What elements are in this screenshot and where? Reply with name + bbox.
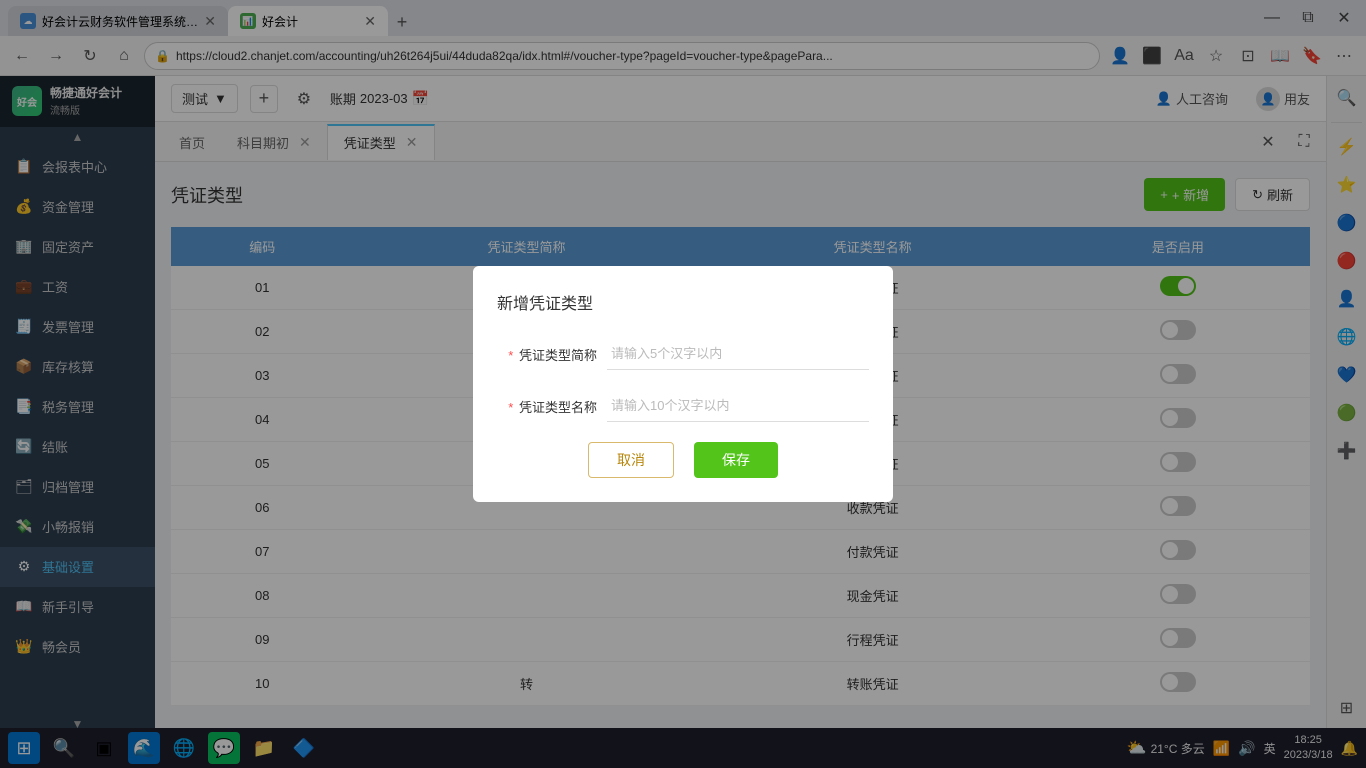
modal-dialog: 新增凭证类型 * 凭证类型简称 * 凭证类型名称 取消 保存 [473, 266, 893, 502]
name-label: * 凭证类型名称 [497, 397, 607, 416]
abbr-label: * 凭证类型简称 [497, 345, 607, 364]
cancel-button[interactable]: 取消 [588, 442, 674, 478]
modal-overlay: 新增凭证类型 * 凭证类型简称 * 凭证类型名称 取消 保存 [0, 0, 1366, 768]
abbr-required-mark: * [508, 348, 513, 363]
abbr-input[interactable] [607, 338, 869, 370]
form-row-abbr: * 凭证类型简称 [497, 338, 869, 370]
modal-actions: 取消 保存 [497, 442, 869, 478]
form-row-name: * 凭证类型名称 [497, 390, 869, 422]
name-required-mark: * [508, 400, 513, 415]
modal-title: 新增凭证类型 [497, 290, 869, 314]
save-button[interactable]: 保存 [694, 442, 778, 478]
name-input[interactable] [607, 390, 869, 422]
